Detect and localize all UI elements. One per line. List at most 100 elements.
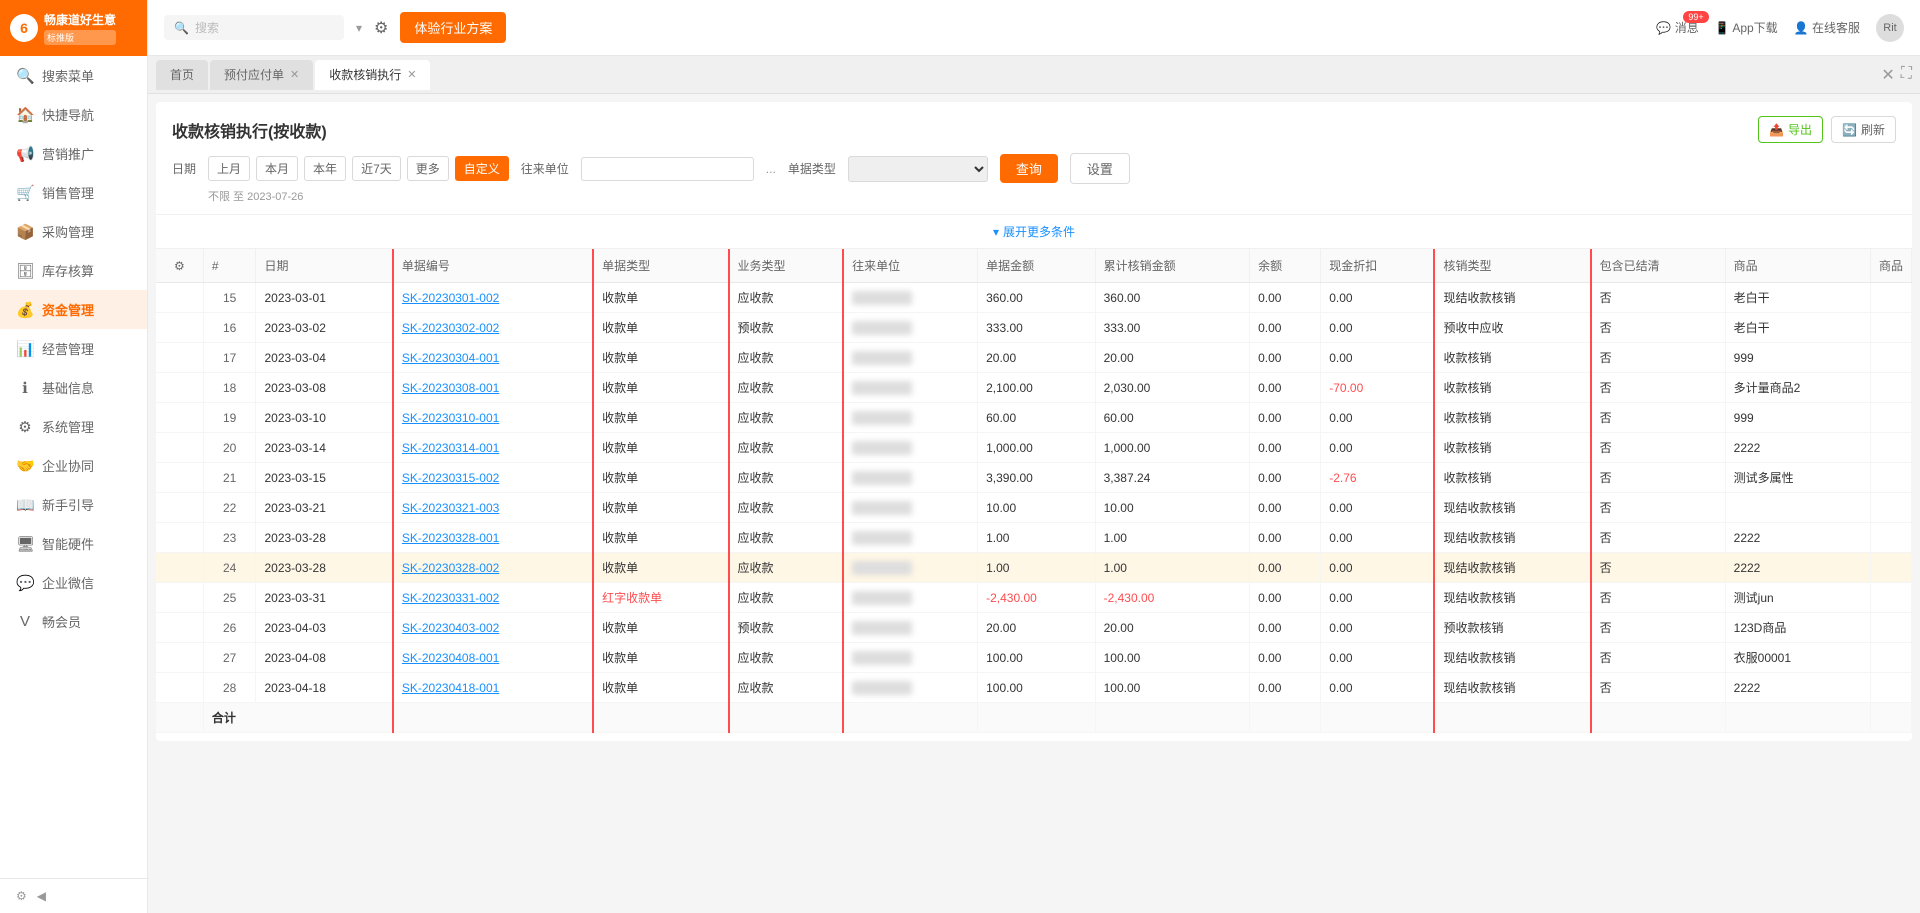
date-this-month[interactable]: 本月 <box>256 156 298 181</box>
partner-filter-label: 往来单位 <box>521 160 569 177</box>
date-last-7days[interactable]: 近7天 <box>352 156 401 181</box>
cell-include-settled: 否 <box>1591 553 1726 583</box>
cell-balance: 0.00 <box>1250 463 1321 493</box>
cell-goods: 2222 <box>1725 523 1870 553</box>
sidebar-item-finance[interactable]: 💰 资金管理 <box>0 290 147 329</box>
col-doc-no-header[interactable]: 单据编号 <box>393 249 593 283</box>
col-balance-header[interactable]: 余额 <box>1250 249 1321 283</box>
doc-no-link[interactable]: SK-20230301-002 <box>402 291 499 305</box>
col-goods-header[interactable]: 商品 <box>1725 249 1870 283</box>
doc-no-link[interactable]: SK-20230308-001 <box>402 381 499 395</box>
cell-biz-type: 预收款 <box>729 613 844 643</box>
sidebar-item-search-menu[interactable]: 🔍 搜索菜单 <box>0 56 147 95</box>
total-doc-type <box>593 703 728 733</box>
partner-input[interactable] <box>581 157 754 181</box>
cell-cancel-amount: 3,387.24 <box>1095 463 1249 493</box>
topbar-gear-icon[interactable]: ⚙ <box>374 18 388 38</box>
cell-goods2 <box>1870 313 1911 343</box>
doc-no-link[interactable]: SK-20230314-001 <box>402 441 499 455</box>
col-include-settled-header[interactable]: 包含已结清 <box>1591 249 1726 283</box>
tab-collect-cancel-close[interactable]: ✕ <box>407 68 416 81</box>
cell-settings <box>156 643 203 673</box>
doc-no-link[interactable]: SK-20230408-001 <box>402 651 499 665</box>
col-cancel-amount-header[interactable]: 累计核销金额 <box>1095 249 1249 283</box>
sidebar-item-enterprise[interactable]: 🤝 企业协同 <box>0 446 147 485</box>
doc-no-link[interactable]: SK-20230331-002 <box>402 591 499 605</box>
topbar-online-service[interactable]: 👤 在线客服 <box>1794 19 1860 36</box>
topbar-messages[interactable]: 💬 消息 99+ <box>1656 19 1698 36</box>
date-last-month[interactable]: 上月 <box>208 156 250 181</box>
col-settings-header[interactable]: ⚙ <box>156 249 203 283</box>
tab-maximize-icon[interactable]: ⛶ <box>1901 65 1912 85</box>
sidebar-gear-icon[interactable]: ⚙ <box>16 889 27 903</box>
cell-goods: 999 <box>1725 343 1870 373</box>
operations-icon: 📊 <box>16 340 34 358</box>
sidebar-item-basic-info[interactable]: ℹ 基础信息 <box>0 368 147 407</box>
sidebar-item-purchase[interactable]: 📦 采购管理 <box>0 212 147 251</box>
doc-no-link[interactable]: SK-20230310-001 <box>402 411 499 425</box>
sidebar-item-operations[interactable]: 📊 经营管理 <box>0 329 147 368</box>
cell-partner: ██████ <box>843 373 977 403</box>
tab-close-all-icon[interactable]: ✕ <box>1881 65 1894 85</box>
table-total-row: 合计 <box>156 703 1912 733</box>
sidebar-item-wechat[interactable]: 💬 企业微信 <box>0 563 147 602</box>
tab-home[interactable]: 首页 <box>156 60 208 90</box>
col-cancel-type-header[interactable]: 核销类型 <box>1434 249 1590 283</box>
cell-include-settled: 否 <box>1591 313 1726 343</box>
tab-prepay-close[interactable]: ✕ <box>290 68 299 81</box>
col-doc-type-header[interactable]: 单据类型 <box>593 249 728 283</box>
sidebar-item-inventory[interactable]: 🗄 库存核算 <box>0 251 147 290</box>
sidebar-collapse-icon[interactable]: ◀ <box>37 889 46 903</box>
doc-no-link[interactable]: SK-20230304-001 <box>402 351 499 365</box>
doc-no-link[interactable]: SK-20230328-002 <box>402 561 499 575</box>
cell-partner: ██████ <box>843 583 977 613</box>
cell-biz-type: 预收款 <box>729 313 844 343</box>
sidebar-item-member[interactable]: V 畅会员 <box>0 602 147 641</box>
sidebar-item-system[interactable]: ⚙ 系统管理 <box>0 407 147 446</box>
sidebar-item-marketing[interactable]: 📢 营销推广 <box>0 134 147 173</box>
cell-amount: 360.00 <box>978 283 1096 313</box>
date-this-year[interactable]: 本年 <box>304 156 346 181</box>
topbar-dropdown-arrow[interactable]: ▾ <box>356 21 362 35</box>
total-goods <box>1725 703 1870 733</box>
expand-conditions-button[interactable]: ▾ 展开更多条件 <box>993 219 1075 244</box>
doc-no-link[interactable]: SK-20230328-001 <box>402 531 499 545</box>
col-biz-type-header[interactable]: 业务类型 <box>729 249 844 283</box>
doc-no-link[interactable]: SK-20230403-002 <box>402 621 499 635</box>
doc-no-link[interactable]: SK-20230321-003 <box>402 501 499 515</box>
topbar-app-download[interactable]: 📱 App下载 <box>1715 19 1778 36</box>
col-partner-header[interactable]: 往来单位 <box>843 249 977 283</box>
query-button[interactable]: 查询 <box>1000 154 1058 183</box>
tab-collect-cancel[interactable]: 收款核销执行 ✕ <box>315 60 430 90</box>
cell-goods2 <box>1870 403 1911 433</box>
sidebar-item-hardware[interactable]: 🖥 智能硬件 <box>0 524 147 563</box>
page-inner: 收款核销执行(按收款) 📤 导出 🔄 刷新 日期 <box>156 102 1912 741</box>
sidebar-item-guide[interactable]: 📖 新手引导 <box>0 485 147 524</box>
doc-no-link[interactable]: SK-20230315-002 <box>402 471 499 485</box>
doc-no-link[interactable]: SK-20230302-002 <box>402 321 499 335</box>
cell-cancel-amount: 20.00 <box>1095 343 1249 373</box>
user-avatar[interactable]: Rit <box>1876 14 1904 42</box>
table-row: 19 2023-03-10 SK-20230310-001 收款单 应收款 ██… <box>156 403 1912 433</box>
sidebar-item-quick-nav[interactable]: 🏠 快捷导航 <box>0 95 147 134</box>
refresh-button[interactable]: 🔄 刷新 <box>1831 116 1896 143</box>
cell-cash-discount: 0.00 <box>1321 643 1435 673</box>
col-goods2-header[interactable]: 商品 <box>1870 249 1911 283</box>
col-amount-header[interactable]: 单据金额 <box>978 249 1096 283</box>
topbar-search[interactable]: 🔍 搜索 <box>164 15 344 40</box>
doc-type-select[interactable] <box>848 156 988 182</box>
tab-prepay[interactable]: 预付应付单 ✕ <box>210 60 313 90</box>
industry-solution-button[interactable]: 体验行业方案 <box>400 12 506 43</box>
col-date-header[interactable]: 日期 <box>256 249 393 283</box>
col-cash-discount-header[interactable]: 现金折扣 <box>1321 249 1435 283</box>
cell-goods2 <box>1870 373 1911 403</box>
export-button[interactable]: 📤 导出 <box>1758 116 1823 143</box>
table-wrap: ⚙ # 日期 单据编号 单据类型 业务类型 往来单位 单据金额 累计核销金额 余… <box>156 249 1912 741</box>
sidebar-item-sales[interactable]: 🛒 销售管理 <box>0 173 147 212</box>
date-custom[interactable]: 自定义 <box>455 156 509 181</box>
setting-button[interactable]: 设置 <box>1070 153 1130 184</box>
cell-cancel-amount: 1,000.00 <box>1095 433 1249 463</box>
doc-no-link[interactable]: SK-20230418-001 <box>402 681 499 695</box>
date-filter-options: 上月 本月 本年 近7天 更多 自定义 <box>208 156 509 181</box>
date-more[interactable]: 更多 <box>407 156 449 181</box>
